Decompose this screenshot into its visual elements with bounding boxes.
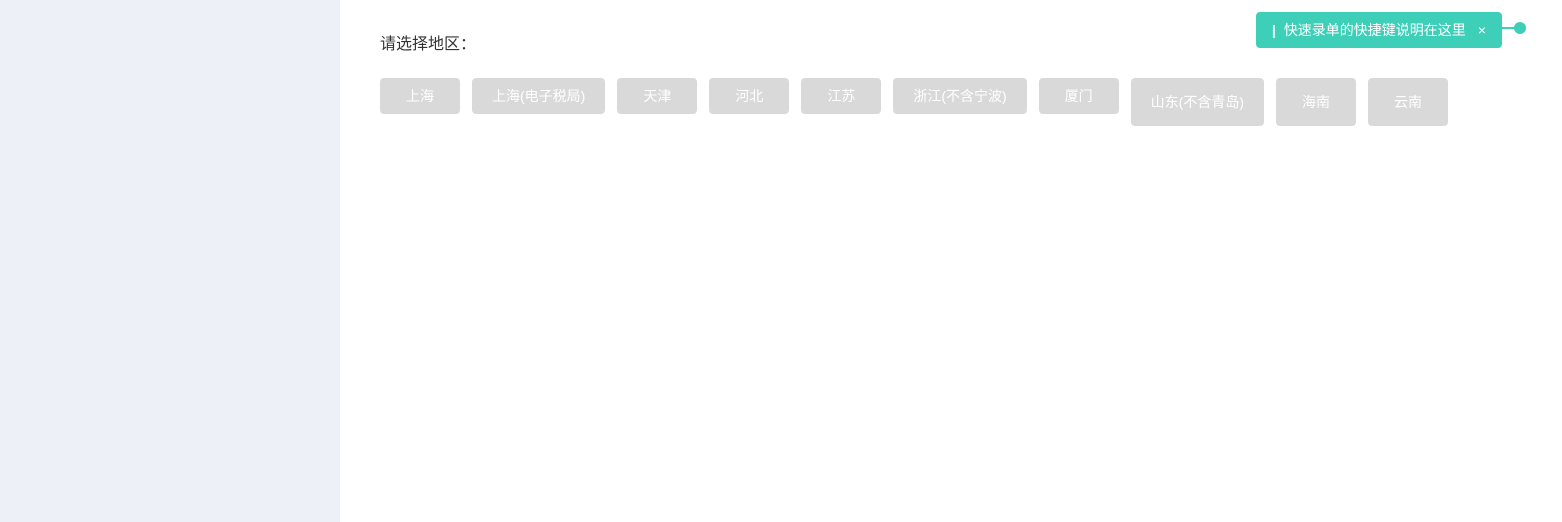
region-row-2: 山东(不含青岛)海南云南 — [1131, 78, 1448, 126]
region-btn-jiangsu[interactable]: 江苏 — [801, 78, 881, 114]
tooltip-banner: 快速录单的快捷键说明在这里 × — [1256, 12, 1502, 48]
region-btn-tianjin[interactable]: 天津 — [617, 78, 697, 114]
region-btn-shanghai[interactable]: 上海 — [380, 78, 460, 114]
region-row-1: 上海上海(电子税局) 天津河北江苏浙江(不含宁波) 厦门 — [380, 78, 1119, 114]
left-sidebar — [0, 0, 340, 522]
main-content: 请选择地区： 上海上海(电子税局)天津河北江苏浙江(不含宁波)厦门 山东(不含青… — [340, 0, 1562, 522]
region-btn-yunnan[interactable]: 云南 — [1368, 78, 1448, 126]
region-btn-zhejiang[interactable]: 浙江(不含宁波) — [893, 78, 1026, 114]
tooltip-connector-dot — [1514, 22, 1526, 34]
region-btn-hebei[interactable]: 河北 — [709, 78, 789, 114]
region-btn-shanghai-etax[interactable]: 上海(电子税局) — [472, 78, 605, 114]
region-btn-shandong[interactable]: 山东(不含青岛) — [1131, 78, 1264, 126]
region-btn-hainan[interactable]: 海南 — [1276, 78, 1356, 126]
region-btn-xiamen[interactable]: 厦门 — [1039, 78, 1119, 114]
region-buttons-container: 上海上海(电子税局) 天津河北江苏浙江(不含宁波) 厦门 山东(不含青岛)海南云南 — [380, 78, 1522, 126]
tooltip-close-button[interactable]: × — [1478, 22, 1486, 38]
tooltip-text: 快速录单的快捷键说明在这里 — [1284, 20, 1466, 40]
